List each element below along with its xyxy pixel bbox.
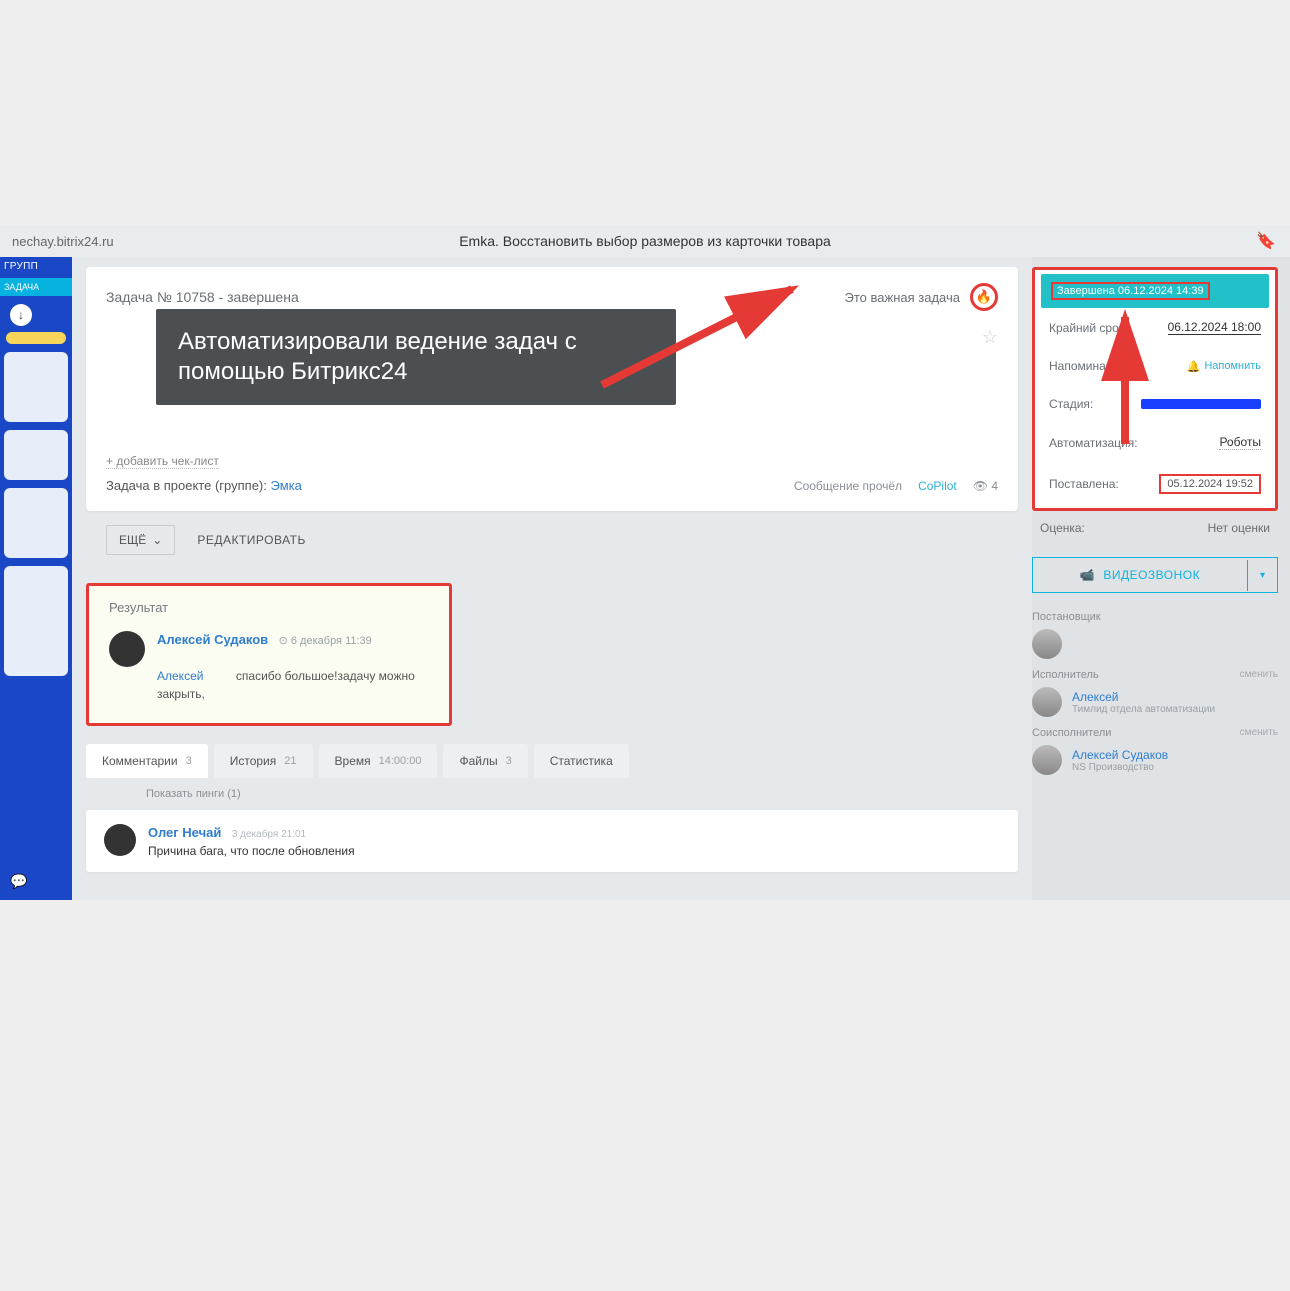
- comment-author-link[interactable]: Олег Нечай: [148, 825, 221, 840]
- status-date: 06.12.2024 14:39: [1118, 285, 1204, 297]
- more-button[interactable]: ЕЩЁ ⌄: [106, 525, 175, 555]
- result-author-link[interactable]: Алексей Судаков: [157, 632, 268, 647]
- avatar[interactable]: [109, 631, 145, 667]
- tab-count: 21: [284, 755, 296, 767]
- videocall-label: ВИДЕОЗВОНОК: [1103, 568, 1200, 582]
- message-read-label: Сообщение прочёл: [794, 479, 902, 493]
- sidebar-kanban-card[interactable]: [4, 566, 68, 676]
- deadline-value[interactable]: 06.12.2024 18:00: [1168, 320, 1261, 335]
- avatar[interactable]: [104, 824, 136, 856]
- comment-text: Причина бага, что после обновления: [148, 844, 355, 858]
- videocall-dropdown[interactable]: ▾: [1247, 560, 1277, 591]
- chat-icon[interactable]: 💬: [10, 873, 27, 890]
- person-name: Алексей: [1072, 690, 1215, 704]
- tab-label: Комментарии: [102, 754, 178, 768]
- camera-icon: 📹: [1080, 568, 1095, 582]
- tab-count: 3: [506, 755, 512, 767]
- stage-bar[interactable]: [1141, 399, 1261, 409]
- project-link[interactable]: Эмка: [271, 478, 302, 493]
- tab-label: Статистика: [550, 754, 613, 768]
- tab-count: 14:00:00: [379, 755, 422, 767]
- important-label: Это важная задача: [845, 290, 960, 305]
- tab-time[interactable]: Время 14:00:00: [319, 744, 438, 778]
- copilot-link[interactable]: CoPilot: [918, 479, 957, 493]
- detail-tabs: Комментарии 3 История 21 Время 14:00:00 …: [86, 744, 1018, 778]
- status-panel: Завершена 06.12.2024 14:39 Крайний срок:…: [1032, 267, 1278, 511]
- tab-label: Время: [335, 754, 371, 768]
- person-role: Тимлид отдела автоматизации: [1072, 704, 1215, 715]
- task-header: Задача № 10758 - завершена: [106, 289, 299, 305]
- project-label: Задача в проекте (группе):: [106, 478, 267, 493]
- comment-date: 3 декабря 21:01: [232, 829, 306, 840]
- posted-label: Поставлена:: [1049, 477, 1119, 491]
- edit-button[interactable]: РЕДАКТИРОВАТЬ: [197, 533, 306, 547]
- executor-person[interactable]: Алексей Тимлид отдела автоматизации: [1032, 687, 1278, 717]
- avatar: [1032, 745, 1062, 775]
- show-pings-link[interactable]: Показать пинги (1): [146, 788, 1018, 800]
- coexec-title: Соисполнители: [1032, 727, 1111, 739]
- rating-label: Оценка:: [1040, 521, 1085, 535]
- status-badge: Завершена 06.12.2024 14:39: [1041, 274, 1269, 308]
- tab-comments[interactable]: Комментарии 3: [86, 744, 208, 778]
- change-link[interactable]: сменить: [1240, 669, 1278, 681]
- sidebar-group-label: ГРУПП: [0, 257, 72, 276]
- posted-value: 05.12.2024 19:52: [1159, 474, 1261, 494]
- task-sidebar: Завершена 06.12.2024 14:39 Крайний срок:…: [1032, 257, 1290, 900]
- creator-title: Постановщик: [1032, 611, 1101, 623]
- tab-files[interactable]: Файлы 3: [443, 744, 527, 778]
- executor-title: Исполнитель: [1032, 669, 1099, 681]
- avatar: [1032, 687, 1062, 717]
- favorite-star-icon[interactable]: ☆: [976, 327, 998, 347]
- tab-label: История: [230, 754, 277, 768]
- views-count: 👁 4: [973, 479, 998, 493]
- rating-value: Нет оценки: [1208, 521, 1270, 535]
- browser-urlbar: nechay.bitrix24.ru Emka. Восстановить вы…: [0, 225, 1290, 257]
- more-button-label: ЕЩЁ: [119, 533, 146, 547]
- sidebar-kanban-card[interactable]: [4, 430, 68, 480]
- status-label: Завершена: [1057, 285, 1115, 297]
- coexec-person[interactable]: Алексей Судаков NS Производство: [1032, 745, 1278, 775]
- avatar: [1032, 629, 1062, 659]
- tab-label: Файлы: [459, 754, 497, 768]
- automation-link[interactable]: Роботы: [1219, 435, 1261, 450]
- bell-icon: 🔔: [1187, 360, 1201, 373]
- task-actions: ЕЩЁ ⌄ РЕДАКТИРОВАТЬ: [86, 511, 1018, 569]
- left-sidebar: ГРУПП ЗАДАЧА ↓ 💬: [0, 257, 72, 900]
- change-link[interactable]: сменить: [1240, 727, 1278, 739]
- person-role: NS Производство: [1072, 762, 1168, 773]
- tab-stats[interactable]: Статистика: [534, 744, 629, 778]
- add-checklist-link[interactable]: + добавить чек-лист: [106, 454, 219, 469]
- person-name: Алексей Судаков: [1072, 748, 1168, 762]
- reminder-link[interactable]: 🔔 Напомнить: [1187, 360, 1261, 373]
- bookmark-icon[interactable]: 🔖: [1256, 231, 1276, 251]
- promo-caption-overlay: Автоматизировали ведение задач с помощью…: [156, 309, 676, 405]
- sidebar-kanban-card[interactable]: [4, 488, 68, 558]
- tab-history[interactable]: История 21: [214, 744, 313, 778]
- sidebar-task-tab[interactable]: ЗАДАЧА: [0, 278, 72, 296]
- comment-item: Олег Нечай 3 декабря 21:01 Причина бага,…: [86, 810, 1018, 872]
- main-content: Автоматизировали ведение задач с помощью…: [72, 257, 1032, 900]
- result-date: ⊙ 6 декабря 11:39: [279, 635, 372, 647]
- fire-icon[interactable]: 🔥: [970, 283, 998, 311]
- app-window: nechay.bitrix24.ru Emka. Восстановить вы…: [0, 225, 1290, 900]
- result-block: Результат Алексей Судаков ⊙ 6 декабря 11…: [86, 583, 452, 726]
- videocall-button[interactable]: 📹 ВИДЕОЗВОНОК ▾: [1032, 557, 1278, 593]
- chevron-down-icon: ⌄: [152, 533, 162, 547]
- sidebar-pill: [6, 332, 66, 344]
- annotation-arrow: [1110, 309, 1140, 454]
- stage-label: Стадия:: [1049, 397, 1093, 411]
- result-reply-to[interactable]: Алексей: [157, 669, 203, 683]
- page-title: Emka. Восстановить выбор размеров из кар…: [0, 233, 1290, 249]
- creator-person[interactable]: [1032, 629, 1278, 659]
- reminder-text: Напомнить: [1204, 360, 1261, 372]
- sidebar-collapse-icon[interactable]: ↓: [10, 304, 32, 326]
- sidebar-kanban-card[interactable]: [4, 352, 68, 422]
- annotation-arrow: [602, 275, 822, 400]
- result-title: Результат: [109, 600, 429, 615]
- tab-count: 3: [186, 755, 192, 767]
